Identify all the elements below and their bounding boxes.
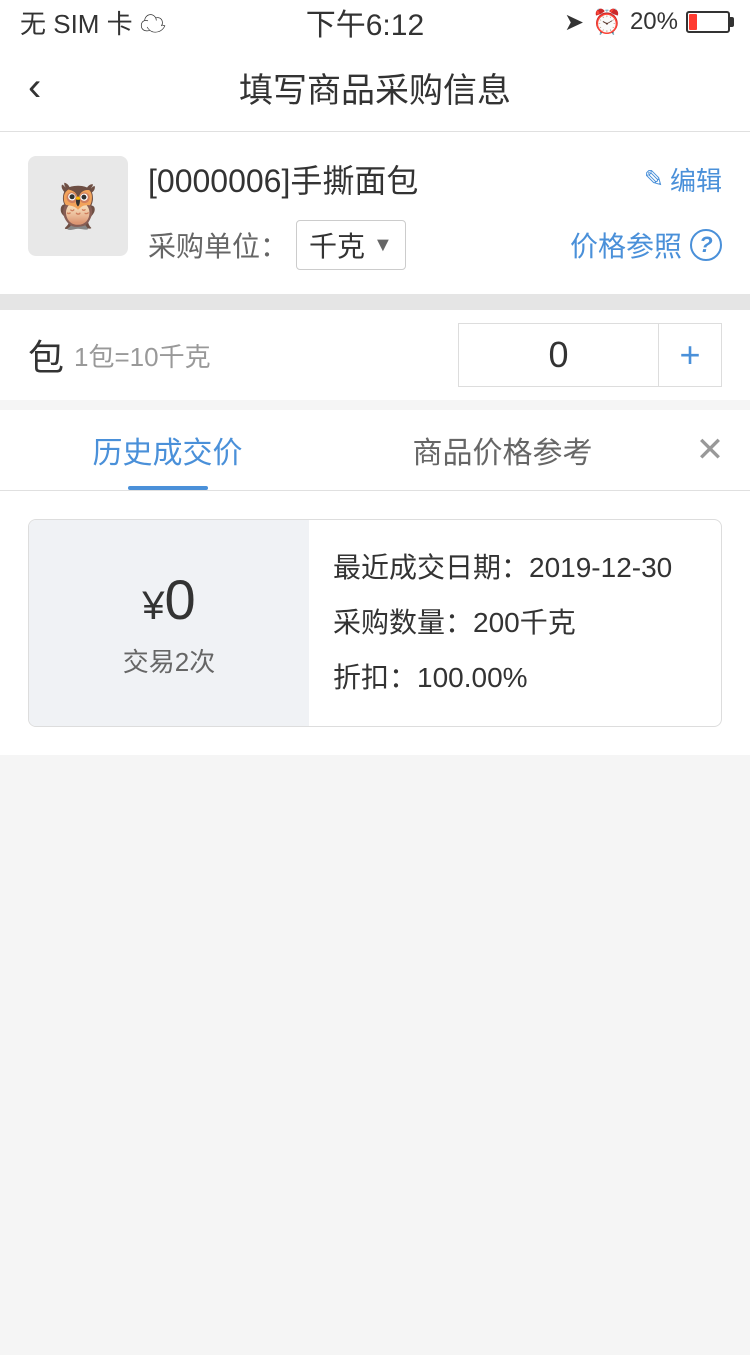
tab-history-price[interactable]: 历史成交价: [0, 410, 335, 490]
discount-label: 折扣：: [333, 662, 417, 693]
price-card: ¥0 交易2次 最近成交日期：2019-12-30 采购数量：200千克 折扣：…: [28, 519, 722, 727]
tab-history-price-label: 历史成交价: [93, 428, 243, 472]
status-time: 下午6:12: [306, 0, 424, 44]
status-left: 无 SIM 卡 ☁: [20, 4, 166, 41]
quantity-unit: 包: [28, 329, 64, 381]
tab-product-price-ref[interactable]: 商品价格参考: [335, 410, 670, 490]
quantity-row: 包 1包=10千克 +: [0, 310, 750, 400]
quantity-unit-note: 1包=10千克: [74, 337, 211, 374]
nav-bar: ‹ 填写商品采购信息: [0, 44, 750, 132]
status-right: ➤ ⏰ 20%: [564, 8, 730, 37]
back-button[interactable]: ‹: [28, 65, 41, 110]
recent-date-label: 最近成交日期：: [333, 552, 529, 583]
product-title-row: [0000006]手撕面包 ✎ 编辑: [148, 156, 722, 202]
tabs-header: 历史成交价 商品价格参考 ✕: [0, 410, 750, 491]
quantity-plus-button[interactable]: +: [658, 323, 722, 387]
tabs-container: 历史成交价 商品价格参考 ✕ ¥0 交易2次 最近成交日期：2019-12-30…: [0, 410, 750, 755]
edit-button[interactable]: ✎ 编辑: [644, 161, 722, 198]
section-divider: [0, 294, 750, 310]
product-logo-icon: 🦉: [51, 180, 106, 232]
product-info: [0000006]手撕面包 ✎ 编辑 采购单位： 千克 ▼ 价格参照 ?: [148, 156, 722, 270]
unit-arrow-icon: ▼: [373, 234, 393, 257]
price-ref-label: 价格参照: [570, 225, 682, 265]
price-card-left: ¥0 交易2次: [29, 520, 309, 726]
price-card-container: ¥0 交易2次 最近成交日期：2019-12-30 采购数量：200千克 折扣：…: [0, 491, 750, 755]
purchase-quantity-label: 采购数量：: [333, 607, 473, 638]
quantity-label-box: 包 1包=10千克: [28, 329, 211, 381]
tab-close-button[interactable]: ✕: [670, 410, 750, 490]
unit-value: 千克: [309, 225, 365, 265]
price-ref-button[interactable]: 价格参照 ?: [570, 225, 722, 265]
page-title: 填写商品采购信息: [239, 63, 511, 112]
unit-select[interactable]: 千克 ▼: [296, 220, 406, 270]
product-card: 🦉 [0000006]手撕面包 ✎ 编辑 采购单位： 千克 ▼ 价格参照 ?: [0, 132, 750, 294]
battery-percent: 20%: [630, 8, 678, 36]
edit-icon: ✎: [644, 165, 664, 194]
product-name: [0000006]手撕面包: [148, 156, 418, 202]
price-amount: 0: [165, 568, 196, 631]
purchase-quantity-row: 采购数量：200千克: [333, 603, 697, 642]
discount-value: 100.00%: [417, 662, 528, 693]
currency-symbol: ¥: [142, 584, 164, 628]
purchase-quantity-value: 200千克: [473, 607, 576, 638]
purchase-unit-row: 采购单位： 千克 ▼ 价格参照 ?: [148, 220, 722, 270]
purchase-unit-label: 采购单位：: [148, 225, 288, 265]
tab-product-price-ref-label: 商品价格参考: [413, 428, 593, 472]
recent-date-row: 最近成交日期：2019-12-30: [333, 548, 697, 587]
quantity-input[interactable]: [458, 323, 658, 387]
alarm-icon: ⏰: [592, 8, 622, 37]
quantity-input-area: +: [231, 323, 722, 387]
tab-active-underline: [128, 486, 208, 490]
discount-row: 折扣：100.00%: [333, 658, 697, 697]
status-bar: 无 SIM 卡 ☁ 下午6:12 ➤ ⏰ 20%: [0, 0, 750, 44]
location-icon: ➤: [564, 8, 584, 37]
price-ref-help-icon: ?: [690, 229, 722, 261]
price-display: ¥0: [142, 567, 195, 632]
recent-date-value: 2019-12-30: [529, 552, 672, 583]
trades-label: 交易2次: [123, 642, 215, 679]
price-card-right: 最近成交日期：2019-12-30 采购数量：200千克 折扣：100.00%: [309, 520, 721, 726]
edit-label: 编辑: [670, 161, 722, 198]
main-content: [0, 755, 750, 1355]
battery-icon: [686, 11, 730, 33]
product-image: 🦉: [28, 156, 128, 256]
